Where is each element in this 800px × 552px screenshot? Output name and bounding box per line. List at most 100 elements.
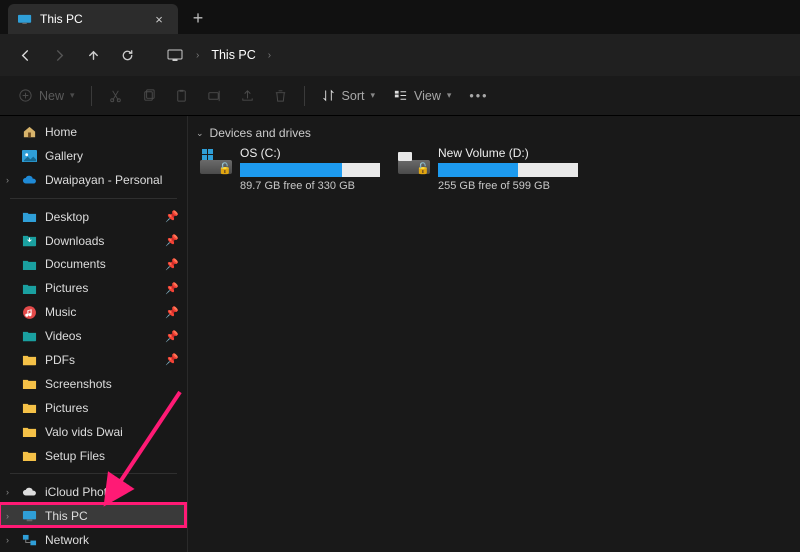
sidebar-item-label: This PC bbox=[45, 509, 88, 523]
share-button[interactable] bbox=[232, 82, 263, 110]
drive-item[interactable]: 🔓OS (C:)89.7 GB free of 330 GB bbox=[200, 146, 380, 192]
sort-button[interactable]: Sort ▾ bbox=[313, 82, 383, 110]
drive-name: New Volume (D:) bbox=[438, 146, 578, 160]
drive-plug-icon bbox=[398, 152, 412, 161]
folder-yellow-icon bbox=[22, 425, 37, 438]
sidebar-item-gallery[interactable]: Gallery bbox=[0, 144, 187, 168]
lock-icon: 🔓 bbox=[416, 162, 430, 175]
sidebar-item-pdfs[interactable]: PDFs 📌 bbox=[0, 348, 187, 372]
sidebar-item-desktop[interactable]: Desktop 📌 bbox=[0, 205, 187, 229]
sidebar-item-documents[interactable]: Documents📌 bbox=[0, 252, 187, 276]
sidebar-item-network[interactable]: › Network bbox=[0, 528, 187, 552]
chevron-right-icon: › bbox=[6, 175, 9, 185]
sidebar-item-pictures[interactable]: Pictures📌 bbox=[0, 276, 187, 300]
sidebar-item-icloud-photos[interactable]: ›iCloud Photos bbox=[0, 480, 187, 504]
paste-button[interactable] bbox=[166, 82, 197, 110]
sidebar-item-dwaipayan-personal[interactable]: › Dwaipayan - Personal bbox=[0, 168, 187, 192]
sidebar-item-music[interactable]: Music📌 bbox=[0, 300, 187, 324]
body: Home Gallery › Dwaipayan - Personal Desktop 📌… bbox=[0, 116, 800, 552]
sidebar-item-videos[interactable]: Videos📌 bbox=[0, 324, 187, 348]
sort-label: Sort bbox=[342, 89, 365, 103]
delete-button[interactable] bbox=[265, 82, 296, 110]
folder-yellow-icon bbox=[22, 353, 37, 366]
close-icon[interactable]: × bbox=[152, 12, 166, 26]
folder-blue-icon bbox=[22, 210, 37, 223]
sidebar-item-label: Videos bbox=[45, 329, 81, 343]
sidebar-item-label: Gallery bbox=[45, 149, 83, 163]
music-icon bbox=[22, 306, 37, 319]
sidebar-item-label: Home bbox=[45, 125, 77, 139]
forward-button[interactable] bbox=[44, 40, 74, 70]
chevron-down-icon: ▾ bbox=[370, 90, 375, 101]
sidebar-item-screenshots[interactable]: Screenshots bbox=[0, 372, 187, 396]
pin-icon: 📌 bbox=[165, 258, 179, 271]
drives-row: 🔓OS (C:)89.7 GB free of 330 GB🔓New Volum… bbox=[194, 146, 794, 192]
sidebar-item-home[interactable]: Home bbox=[0, 120, 187, 144]
drive-free-text: 89.7 GB free of 330 GB bbox=[240, 180, 380, 192]
onedrive-icon bbox=[22, 173, 37, 186]
drive-item[interactable]: 🔓New Volume (D:)255 GB free of 599 GB bbox=[398, 146, 578, 192]
sidebar-item-pictures[interactable]: Pictures bbox=[0, 396, 187, 420]
network-icon bbox=[22, 534, 37, 547]
sidebar-item-label: Screenshots bbox=[45, 377, 112, 391]
folder-yellow-icon bbox=[22, 401, 37, 414]
downloads-icon bbox=[22, 234, 37, 247]
sidebar-item-label: Dwaipayan - Personal bbox=[45, 173, 162, 187]
icloud-icon bbox=[22, 486, 37, 499]
chevron-down-icon: ▾ bbox=[447, 90, 452, 101]
home-icon bbox=[22, 125, 37, 138]
folder-yellow-icon bbox=[22, 449, 37, 462]
drive-usage-bar bbox=[438, 163, 578, 177]
folder-teal-icon bbox=[22, 258, 37, 271]
pin-icon: 📌 bbox=[165, 306, 179, 319]
drive-usage-bar bbox=[240, 163, 380, 177]
new-tab-button[interactable]: + bbox=[184, 4, 212, 32]
gallery-icon bbox=[22, 149, 37, 162]
titlebar: This PC × + bbox=[0, 0, 800, 34]
refresh-button[interactable] bbox=[112, 40, 142, 70]
more-button[interactable]: ••• bbox=[461, 82, 496, 110]
view-button[interactable]: View ▾ bbox=[385, 82, 459, 110]
tab-title: This PC bbox=[40, 12, 144, 26]
divider bbox=[304, 86, 305, 106]
pin-icon: 📌 bbox=[165, 234, 179, 247]
sidebar-item-this-pc[interactable]: › This PC bbox=[0, 504, 187, 528]
chevron-right-icon: › bbox=[196, 50, 199, 61]
copy-button[interactable] bbox=[133, 82, 164, 110]
tab-this-pc[interactable]: This PC × bbox=[8, 4, 178, 34]
sidebar-item-setup-files[interactable]: Setup Files bbox=[0, 444, 187, 468]
content-pane: ⌄ Devices and drives 🔓OS (C:)89.7 GB fre… bbox=[188, 116, 800, 552]
back-button[interactable] bbox=[10, 40, 40, 70]
cut-button[interactable] bbox=[100, 82, 131, 110]
sidebar-item-label: Desktop bbox=[45, 210, 89, 224]
sidebar-item-downloads[interactable]: Downloads📌 bbox=[0, 229, 187, 253]
chevron-right-icon: › bbox=[268, 50, 271, 61]
windows-logo-icon bbox=[202, 149, 214, 161]
sidebar-item-label: PDFs bbox=[45, 353, 75, 367]
new-button[interactable]: New ▾ bbox=[10, 82, 83, 110]
pin-icon: 📌 bbox=[165, 353, 179, 366]
toolbar: New ▾ Sort ▾ View ▾ ••• bbox=[0, 76, 800, 116]
drive-icon: 🔓 bbox=[200, 146, 232, 174]
chevron-right-icon: › bbox=[6, 511, 9, 521]
breadcrumb-this-pc[interactable]: This PC bbox=[205, 44, 261, 66]
chevron-right-icon: › bbox=[6, 535, 9, 545]
section-header-devices[interactable]: ⌄ Devices and drives bbox=[194, 124, 794, 146]
sidebar-item-label: Pictures bbox=[45, 281, 88, 295]
this-pc-icon bbox=[18, 14, 32, 25]
pin-icon: 📌 bbox=[165, 210, 179, 223]
sidebar-item-label: Pictures bbox=[45, 401, 88, 415]
sidebar-item-valo-vids-dwai[interactable]: Valo vids Dwai bbox=[0, 420, 187, 444]
view-label: View bbox=[414, 89, 441, 103]
divider bbox=[91, 86, 92, 106]
sidebar: Home Gallery › Dwaipayan - Personal Desktop 📌… bbox=[0, 116, 188, 552]
section-title: Devices and drives bbox=[210, 126, 311, 140]
sidebar-item-label: Network bbox=[45, 533, 89, 547]
folder-teal-icon bbox=[22, 282, 37, 295]
address-root-icon[interactable] bbox=[160, 40, 190, 70]
sidebar-item-label: Valo vids Dwai bbox=[45, 425, 123, 439]
drive-icon: 🔓 bbox=[398, 146, 430, 174]
rename-button[interactable] bbox=[199, 82, 230, 110]
this-pc-icon bbox=[22, 510, 37, 523]
up-button[interactable] bbox=[78, 40, 108, 70]
